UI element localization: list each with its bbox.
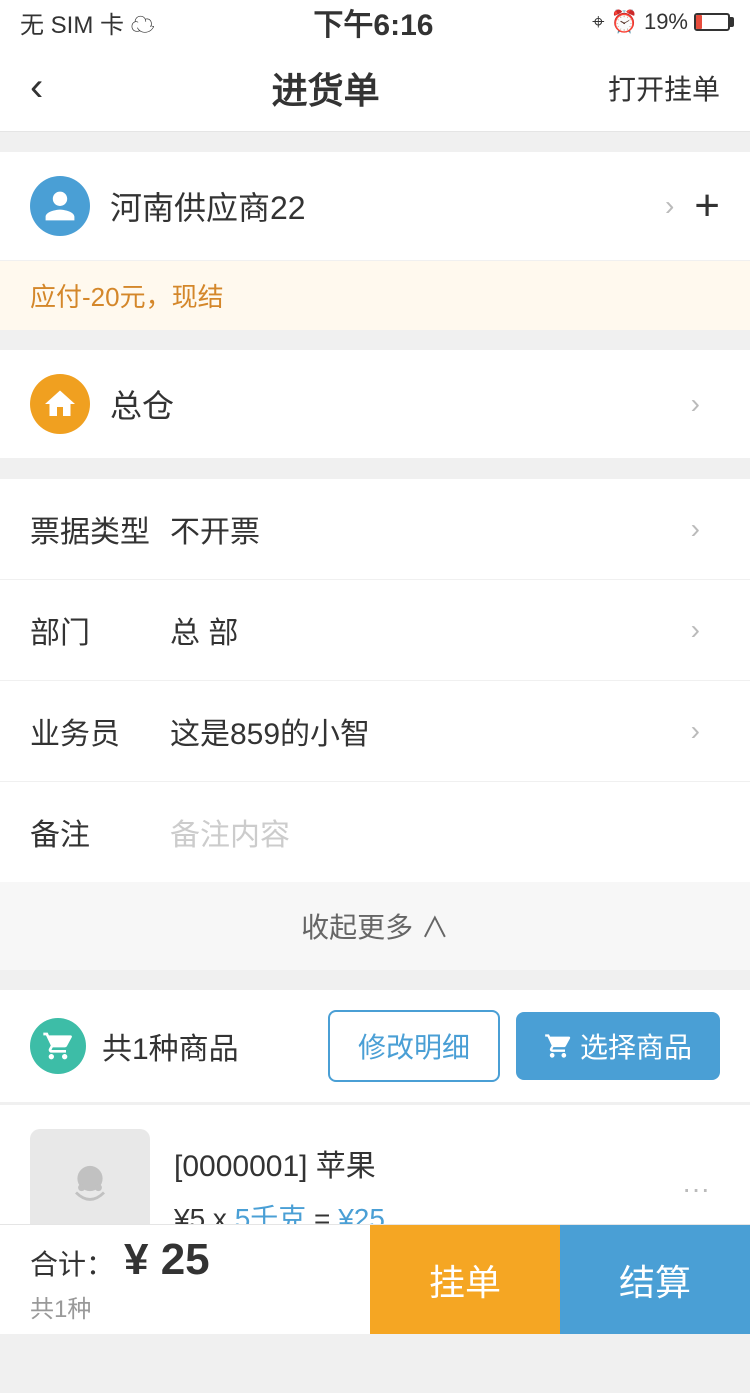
invoice-type-label: 票据类型 bbox=[30, 507, 170, 551]
nav-bar: ‹ 进货单 打开挂单 bbox=[0, 44, 750, 132]
department-value: 总 部 bbox=[170, 608, 691, 652]
cart-icon bbox=[42, 1030, 74, 1062]
products-header: 共1种商品 修改明细 选择商品 bbox=[0, 990, 750, 1102]
product-more-button[interactable]: ··· bbox=[672, 1163, 720, 1215]
remark-label: 备注 bbox=[30, 810, 170, 854]
salesperson-value: 这是859的小智 bbox=[170, 709, 691, 753]
product-name: [0000001] 苹果 bbox=[174, 1141, 672, 1185]
warehouse-icon bbox=[30, 374, 90, 434]
sim-status: 无 SIM 卡 ☁ bbox=[20, 5, 155, 40]
select-product-icon bbox=[544, 1032, 572, 1060]
supplier-row[interactable]: 河南供应商22 › + bbox=[0, 152, 750, 261]
invoice-arrow-icon: › bbox=[691, 513, 700, 545]
location-icon: ⌖ bbox=[592, 9, 604, 35]
warehouse-arrow-icon: › bbox=[691, 388, 700, 420]
gap-2 bbox=[0, 330, 750, 350]
department-label: 部门 bbox=[30, 608, 170, 652]
battery-level: 19% bbox=[644, 9, 688, 35]
total-section: 合计： ¥ 25 共1种 bbox=[0, 1225, 370, 1334]
supplier-avatar bbox=[30, 176, 90, 236]
supplier-warning: 应付-20元，现结 bbox=[0, 261, 750, 330]
department-arrow-icon: › bbox=[691, 614, 700, 646]
product-code: [0000001] bbox=[174, 1150, 316, 1183]
open-hang-button[interactable]: 打开挂单 bbox=[608, 68, 720, 108]
salesperson-label: 业务员 bbox=[30, 709, 170, 753]
total-line: 合计： ¥ 25 bbox=[30, 1235, 340, 1285]
hang-button[interactable]: 挂单 bbox=[370, 1225, 560, 1334]
products-count: 共1种商品 bbox=[102, 1024, 328, 1068]
home-icon bbox=[42, 386, 78, 422]
salesperson-arrow-icon: › bbox=[691, 715, 700, 747]
warehouse-name: 总仓 bbox=[110, 381, 691, 427]
select-product-label: 选择商品 bbox=[580, 1026, 692, 1066]
back-button[interactable]: ‹ bbox=[30, 65, 43, 110]
remark-input[interactable]: 备注内容 bbox=[170, 810, 720, 854]
status-time: 下午6:16 bbox=[313, 0, 433, 44]
form-section: 票据类型 不开票 › 部门 总 部 › 业务员 这是859的小智 › 备注 备注… bbox=[0, 478, 750, 882]
bottom-bar: 合计： ¥ 25 共1种 挂单 结算 bbox=[0, 1224, 750, 1334]
product-info: [0000001] 苹果 ¥5 x 5千克 = ¥25 bbox=[174, 1141, 672, 1237]
total-count: 共1种 bbox=[30, 1289, 340, 1324]
department-row[interactable]: 部门 总 部 › bbox=[0, 579, 750, 680]
salesperson-row[interactable]: 业务员 这是859的小智 › bbox=[0, 680, 750, 781]
total-label: 合计： bbox=[30, 1243, 114, 1283]
alarm-icon: ⏰ bbox=[611, 9, 638, 35]
add-supplier-button[interactable]: + bbox=[694, 184, 720, 228]
gap-3 bbox=[0, 458, 750, 478]
person-icon bbox=[42, 188, 78, 224]
warehouse-section: 总仓 › bbox=[0, 350, 750, 458]
page-title: 进货单 bbox=[272, 62, 380, 114]
supplier-section: 河南供应商22 › + 应付-20元，现结 bbox=[0, 152, 750, 330]
warehouse-row[interactable]: 总仓 › bbox=[0, 350, 750, 458]
edit-detail-button[interactable]: 修改明细 bbox=[328, 1010, 500, 1082]
status-left: 无 SIM 卡 ☁ bbox=[20, 5, 155, 40]
status-bar: 无 SIM 卡 ☁ 下午6:16 ⌖ ⏰ 19% bbox=[0, 0, 750, 44]
invoice-type-row[interactable]: 票据类型 不开票 › bbox=[0, 478, 750, 579]
select-product-button[interactable]: 选择商品 bbox=[516, 1012, 720, 1080]
collapse-button[interactable]: 收起更多 ∧ bbox=[0, 882, 750, 970]
battery-icon bbox=[694, 13, 730, 31]
product-title: 苹果 bbox=[316, 1150, 376, 1183]
total-amount: ¥ 25 bbox=[124, 1235, 210, 1285]
remark-row[interactable]: 备注 备注内容 bbox=[0, 781, 750, 882]
invoice-type-value: 不开票 bbox=[170, 507, 691, 551]
status-right: ⌖ ⏰ 19% bbox=[592, 9, 730, 35]
products-icon bbox=[30, 1018, 86, 1074]
product-thumb-icon bbox=[55, 1154, 125, 1224]
gap-1 bbox=[0, 132, 750, 152]
supplier-arrow-icon: › bbox=[665, 190, 674, 222]
checkout-button[interactable]: 结算 bbox=[560, 1225, 750, 1334]
collapse-label: 收起更多 ∧ bbox=[301, 906, 449, 946]
supplier-name: 河南供应商22 bbox=[110, 183, 665, 229]
gap-4 bbox=[0, 970, 750, 990]
